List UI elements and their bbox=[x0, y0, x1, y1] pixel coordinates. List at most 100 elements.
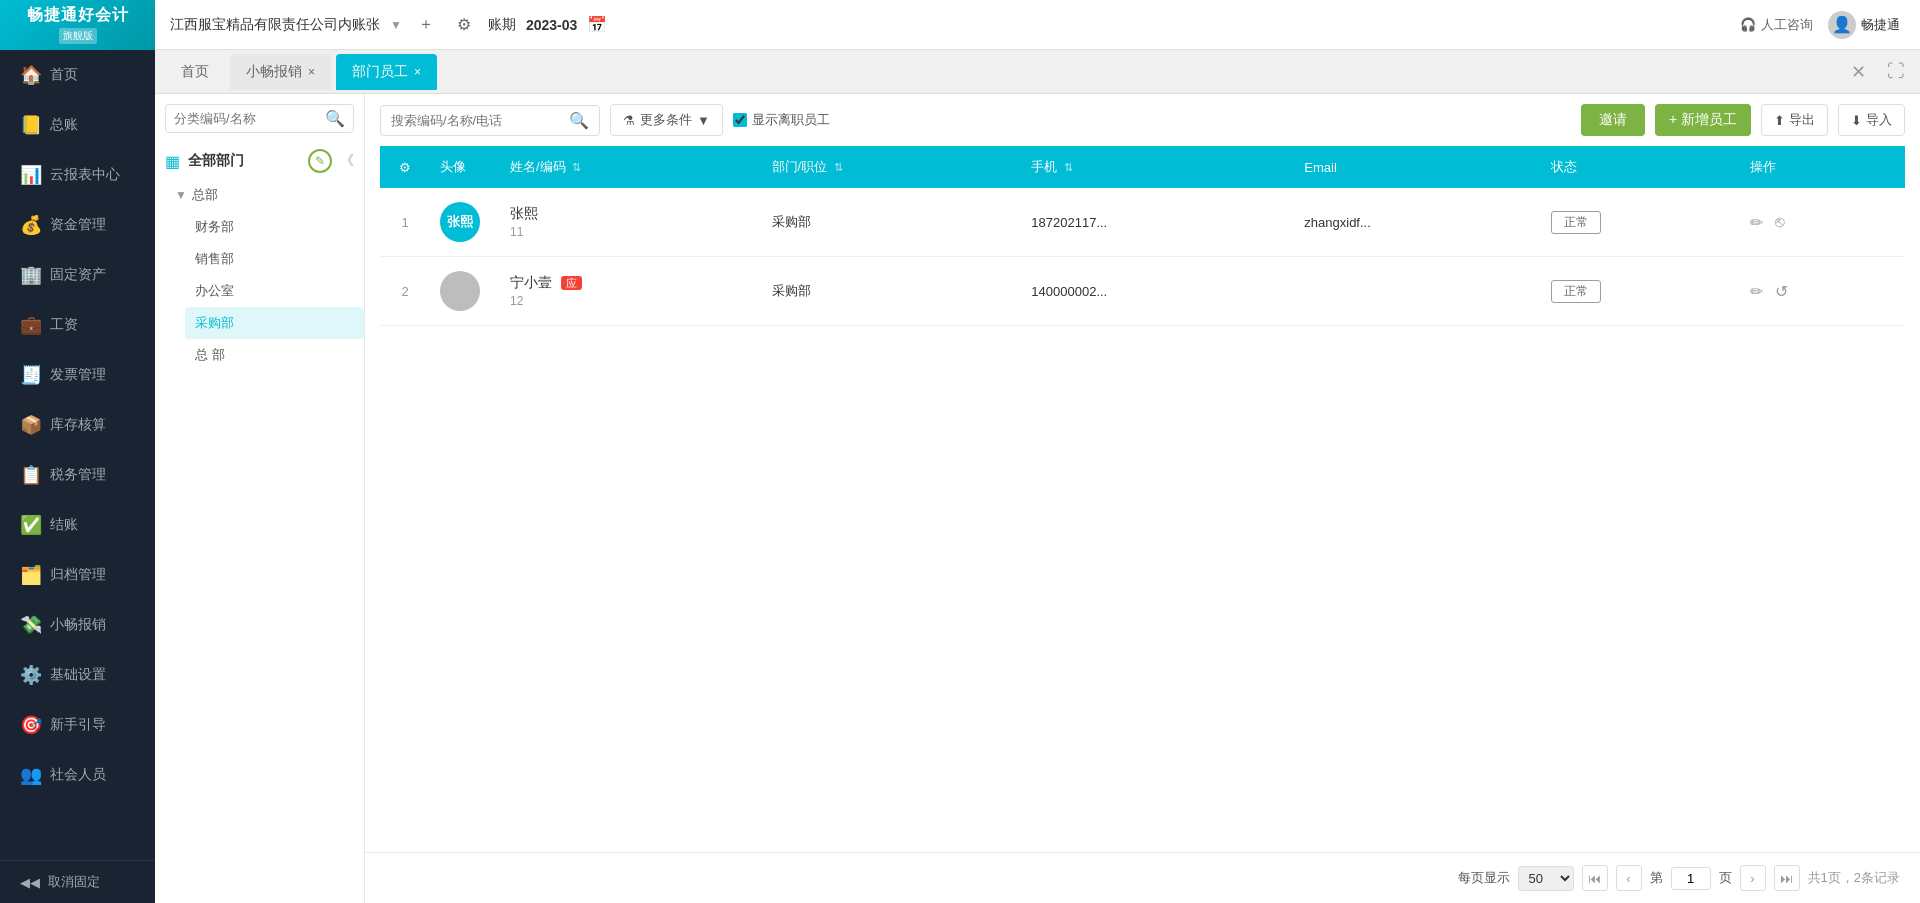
show-former-checkbox[interactable] bbox=[733, 113, 747, 127]
sidebar-item-invoice[interactable]: 🧾 发票管理 bbox=[0, 350, 155, 400]
sidebar-item-settings[interactable]: ⚙️ 基础设置 bbox=[0, 650, 155, 700]
pin-icon: ◀◀ bbox=[20, 875, 40, 890]
edit-icon-2[interactable]: ✏ bbox=[1750, 282, 1763, 301]
dept-node-head[interactable]: 总 部 bbox=[185, 339, 364, 371]
dept-node-finance[interactable]: 财务部 bbox=[185, 211, 364, 243]
tab-expense-close[interactable]: × bbox=[308, 65, 315, 79]
main-layout: 🏠 首页 📒 总账 📊 云报表中心 💰 资金管理 🏢 固定资产 💼 工资 🧾 发… bbox=[0, 50, 1920, 903]
table-row: 2 宁小壹 应 12 bbox=[380, 257, 1905, 326]
sidebar-item-expense[interactable]: 💸 小畅报销 bbox=[0, 600, 155, 650]
collapse-icon[interactable]: 《 bbox=[340, 152, 354, 170]
expand-window-icon[interactable]: ⛶ bbox=[1882, 58, 1910, 86]
dept-node-sales[interactable]: 销售部 bbox=[185, 243, 364, 275]
filter-icon: ⚗ bbox=[623, 113, 635, 128]
per-page-select[interactable]: 50 10 20 100 bbox=[1518, 866, 1574, 891]
user-area[interactable]: 👤 畅捷通 bbox=[1828, 11, 1900, 39]
invite-button[interactable]: 邀请 bbox=[1581, 104, 1645, 136]
action-icons-2: ✏ ↺ bbox=[1750, 282, 1895, 301]
add-tab-icon[interactable]: ＋ bbox=[412, 11, 440, 39]
sort-name-icon[interactable]: ⇅ bbox=[572, 161, 581, 173]
next-page-button[interactable]: › bbox=[1740, 865, 1766, 891]
all-dept-label: 全部部门 bbox=[188, 152, 300, 170]
col-email: Email bbox=[1294, 146, 1540, 188]
sidebar-item-reports[interactable]: 📊 云报表中心 bbox=[0, 150, 155, 200]
close-window-icon[interactable]: ✕ bbox=[1844, 58, 1872, 86]
more-filter-button[interactable]: ⚗ 更多条件 ▼ bbox=[610, 104, 723, 136]
employee-search-input[interactable] bbox=[391, 113, 563, 128]
prev-page-button[interactable]: ‹ bbox=[1616, 865, 1642, 891]
sidebar-item-staff[interactable]: 👥 社会人员 bbox=[0, 750, 155, 800]
company-dropdown-icon[interactable]: ▼ bbox=[390, 18, 402, 32]
first-page-button[interactable]: ⏮ bbox=[1582, 865, 1608, 891]
page-content: 🔍 ▦ 全部部门 ✎ 《 ▼ 总部 财务部 销售部 办公室 bbox=[155, 94, 1920, 903]
toolbar-right: 邀请 + 新增员工 ⬆ 导出 ⬇ 导入 bbox=[1581, 104, 1905, 136]
sidebar-item-tax[interactable]: 📋 税务管理 bbox=[0, 450, 155, 500]
pin-toggle[interactable]: ◀◀ 取消固定 bbox=[0, 860, 155, 903]
col-dept[interactable]: 部门/职位 ⇅ bbox=[762, 146, 1022, 188]
tab-expense-label: 小畅报销 bbox=[246, 63, 302, 81]
dept-search-input[interactable] bbox=[174, 111, 320, 126]
dept-search-icon[interactable]: 🔍 bbox=[325, 109, 345, 128]
dept-node-purchase[interactable]: 采购部 bbox=[185, 307, 364, 339]
show-former-label[interactable]: 显示离职员工 bbox=[733, 111, 830, 129]
import-button[interactable]: ⬇ 导入 bbox=[1838, 104, 1905, 136]
tab-bar: 首页 小畅报销 × 部门员工 × ✕ ⛶ bbox=[155, 50, 1920, 94]
user-icon: 👤 bbox=[1832, 15, 1852, 34]
settings-icon[interactable]: ⚙ bbox=[450, 11, 478, 39]
employee-search-icon[interactable]: 🔍 bbox=[569, 111, 589, 130]
page-label: 页 bbox=[1719, 869, 1732, 887]
sidebar-item-home[interactable]: 🏠 首页 bbox=[0, 50, 155, 100]
sidebar: 🏠 首页 📒 总账 📊 云报表中心 💰 资金管理 🏢 固定资产 💼 工资 🧾 发… bbox=[0, 50, 155, 903]
dept-arrow-icon: ▼ bbox=[175, 188, 187, 202]
col-settings[interactable]: ⚙ bbox=[380, 146, 430, 188]
per-page-label: 每页显示 bbox=[1458, 869, 1510, 887]
employee-search-box[interactable]: 🔍 bbox=[380, 105, 600, 136]
emp-code-1: 11 bbox=[510, 225, 752, 239]
add-employee-button[interactable]: + 新增员工 bbox=[1655, 104, 1751, 136]
sidebar-item-ledger[interactable]: 📒 总账 bbox=[0, 100, 155, 150]
tab-home[interactable]: 首页 bbox=[165, 54, 225, 90]
sidebar-item-inventory[interactable]: 📦 库存核算 bbox=[0, 400, 155, 450]
sidebar-item-payroll[interactable]: 💼 工资 bbox=[0, 300, 155, 350]
email-cell-1: zhangxidf... bbox=[1294, 188, 1540, 257]
name-cell-1: 张熙 11 bbox=[500, 188, 762, 257]
dept-all-header[interactable]: ▦ 全部部门 ✎ 《 bbox=[155, 143, 364, 179]
avatar-1: 张熙 bbox=[440, 202, 480, 242]
col-action: 操作 bbox=[1740, 146, 1905, 188]
export-button[interactable]: ⬆ 导出 bbox=[1761, 104, 1828, 136]
sidebar-item-assets[interactable]: 🏢 固定资产 bbox=[0, 250, 155, 300]
refresh-icon-2[interactable]: ↺ bbox=[1775, 282, 1788, 301]
logout-icon-1[interactable]: ⎋ bbox=[1775, 213, 1785, 231]
guide-icon: 🎯 bbox=[20, 714, 40, 736]
dept-node-zongbu[interactable]: ▼ 总部 bbox=[165, 179, 364, 211]
sidebar-label-settings: 基础设置 bbox=[50, 666, 106, 684]
sidebar-item-archive[interactable]: 🗂️ 归档管理 bbox=[0, 550, 155, 600]
dept-edit-button[interactable]: ✎ bbox=[308, 149, 332, 173]
sidebar-item-funds[interactable]: 💰 资金管理 bbox=[0, 200, 155, 250]
sidebar-item-guide[interactable]: 🎯 新手引导 bbox=[0, 700, 155, 750]
total-text: 共1页，2条记录 bbox=[1808, 869, 1900, 887]
edit-icon-1[interactable]: ✏ bbox=[1750, 213, 1763, 232]
dept-node-office[interactable]: 办公室 bbox=[185, 275, 364, 307]
sort-phone-icon[interactable]: ⇅ bbox=[1064, 161, 1073, 173]
tab-employee[interactable]: 部门员工 × bbox=[336, 54, 437, 90]
import-label: 导入 bbox=[1866, 111, 1892, 129]
sidebar-label-assets: 固定资产 bbox=[50, 266, 106, 284]
calendar-icon[interactable]: 📅 bbox=[587, 15, 607, 34]
email-cell-2 bbox=[1294, 257, 1540, 326]
sidebar-item-close[interactable]: ✅ 结账 bbox=[0, 500, 155, 550]
tab-expense[interactable]: 小畅报销 × bbox=[230, 54, 331, 90]
col-phone[interactable]: 手机 ⇅ bbox=[1021, 146, 1294, 188]
expense-icon: 💸 bbox=[20, 614, 40, 636]
tab-employee-label: 部门员工 bbox=[352, 63, 408, 81]
last-page-button[interactable]: ⏭ bbox=[1774, 865, 1800, 891]
name-cell-2: 宁小壹 应 12 bbox=[500, 257, 762, 326]
col-name[interactable]: 姓名/编码 ⇅ bbox=[500, 146, 762, 188]
period-label: 账期 bbox=[488, 16, 516, 34]
tab-employee-close[interactable]: × bbox=[414, 65, 421, 79]
dept-cell-2: 采购部 bbox=[762, 257, 1022, 326]
dept-search-box[interactable]: 🔍 bbox=[165, 104, 354, 133]
page-number-input[interactable] bbox=[1671, 867, 1711, 890]
sort-dept-icon[interactable]: ⇅ bbox=[834, 161, 843, 173]
support-button[interactable]: 🎧 人工咨询 bbox=[1740, 16, 1813, 34]
